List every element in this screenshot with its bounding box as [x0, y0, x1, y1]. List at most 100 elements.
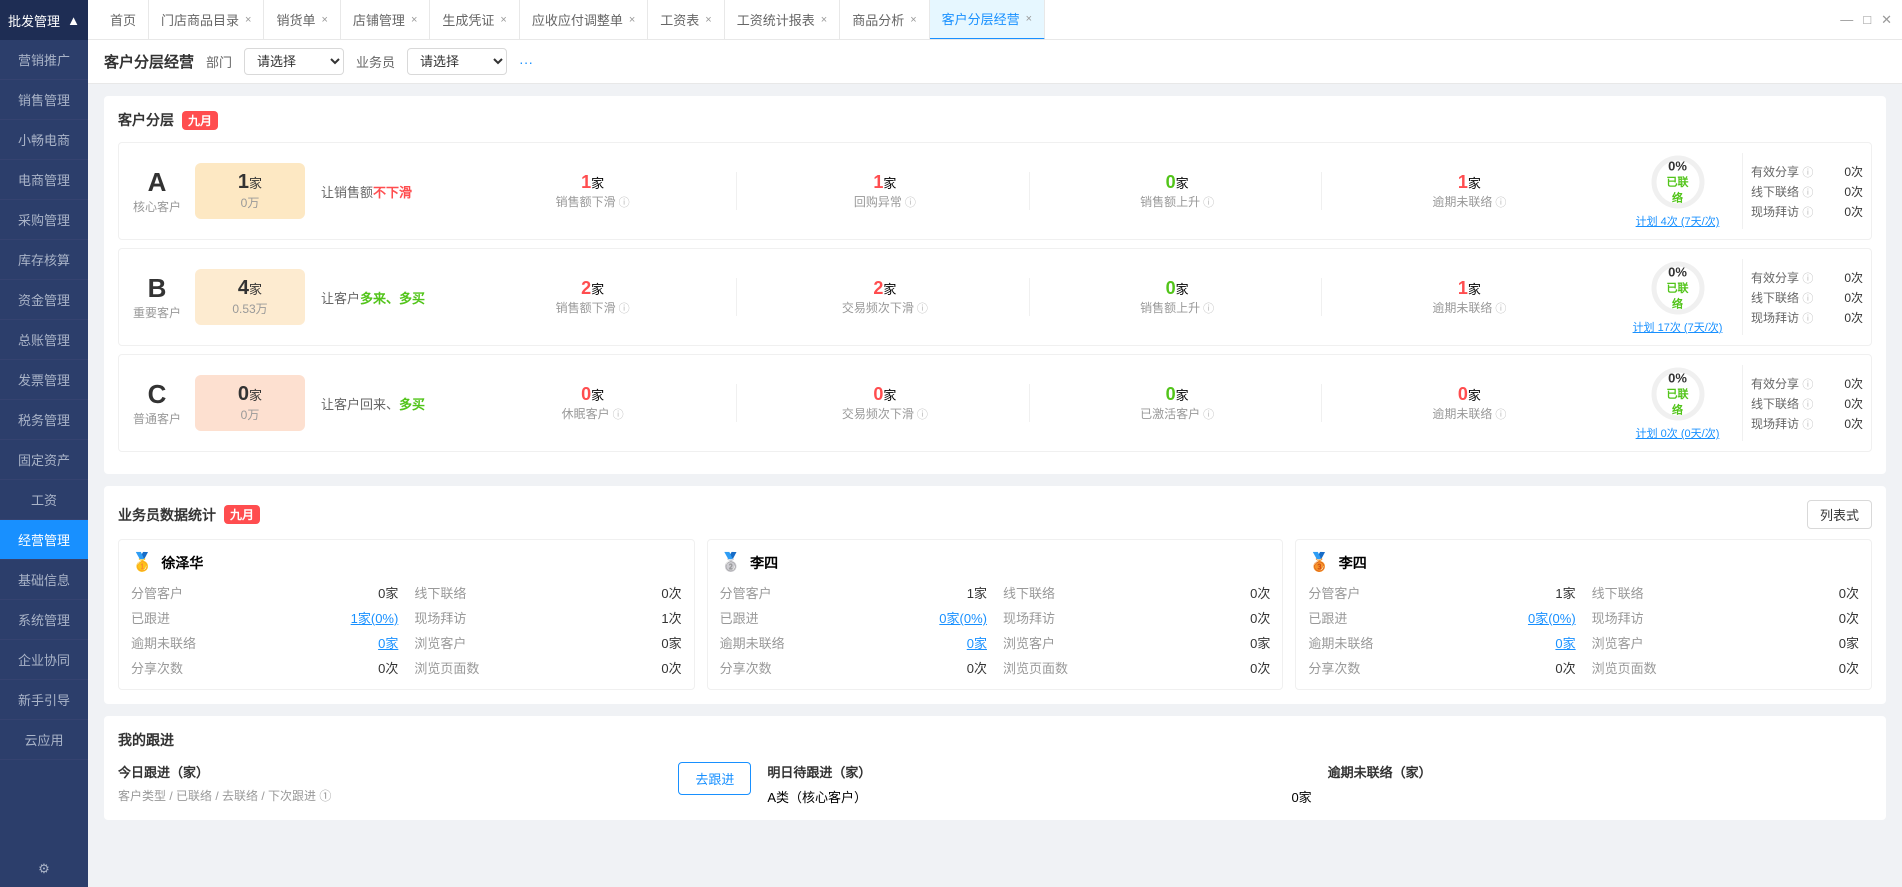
- staff-stat-label-2-3: 现场拜访: [1592, 608, 1644, 627]
- tab-item-6[interactable]: 工资表×: [648, 0, 724, 40]
- tab-close-4[interactable]: ×: [500, 14, 506, 26]
- sidebar-item-3[interactable]: 电商管理: [0, 160, 88, 200]
- sidebar-item-12[interactable]: 经营管理: [0, 520, 88, 560]
- toolbar: 客户分层经营 部门 请选择 业务员 请选择 ···: [88, 40, 1902, 84]
- sidebar-item-14[interactable]: 系统管理: [0, 600, 88, 640]
- staff-stat-val-1-7: 0次: [1250, 658, 1270, 677]
- staff-stat-val-0-4[interactable]: 0家: [378, 633, 398, 652]
- staff-stat-val-1-6: 0次: [967, 658, 987, 677]
- tab-label-9: 客户分层经营: [942, 9, 1020, 28]
- tier-count-B: 4家0.53万: [195, 269, 305, 325]
- staff-card-2: 🥉李四分管客户1家线下联络0次已跟进0家(0%)现场拜访0次逾期未联络0家浏览客…: [1295, 539, 1872, 690]
- tab-close-5[interactable]: ×: [629, 14, 635, 26]
- sidebar-title: 批发管理: [8, 11, 60, 30]
- sidebar-item-4[interactable]: 采购管理: [0, 200, 88, 240]
- tab-close-1[interactable]: ×: [245, 14, 251, 26]
- staff-stat-label-1-5: 浏览客户: [1003, 633, 1055, 652]
- tier-slogan-A: 让销售额不下滑: [321, 182, 441, 201]
- staff-stat-val-0-0: 0家: [378, 583, 398, 602]
- staff-stat-2-5: 浏览客户0家: [1592, 633, 1859, 652]
- window-restore-icon[interactable]: □: [1863, 12, 1871, 27]
- right-stat-0-0: 有效分享 ⓘ0次: [1751, 163, 1863, 180]
- right-stat-1-0: 有效分享 ⓘ0次: [1751, 269, 1863, 286]
- tab-label-5: 应收应付调整单: [532, 10, 623, 29]
- tab-item-9[interactable]: 客户分层经营 ×: [930, 0, 1045, 40]
- staff-stat-2-6: 分享次数0次: [1308, 658, 1575, 677]
- tab-item-2[interactable]: 销货单×: [264, 0, 340, 40]
- right-stat-2-1: 线下联络 ⓘ0次: [1751, 395, 1863, 412]
- tab-close-7[interactable]: ×: [821, 14, 827, 26]
- dept-label: 部门: [206, 52, 232, 71]
- tier-plan-link-C[interactable]: 计划 0次 (0天/次): [1636, 428, 1720, 440]
- dept-select[interactable]: 请选择: [244, 48, 344, 75]
- more-options-icon[interactable]: ···: [519, 54, 533, 70]
- staff-stat-1-3: 现场拜访0次: [1003, 608, 1270, 627]
- sidebar-item-10[interactable]: 固定资产: [0, 440, 88, 480]
- tier-count-C: 0家0万: [195, 375, 305, 431]
- tier-metric-B-2: 0家销售额上升 ⓘ: [1034, 278, 1322, 316]
- tier-metric-C-0: 0家休眠客户 ⓘ: [449, 384, 737, 422]
- staff-stat-val-2-1: 0次: [1839, 583, 1859, 602]
- staff-stat-label-2-6: 分享次数: [1308, 658, 1360, 677]
- tab-item-7[interactable]: 工资统计报表×: [725, 0, 840, 40]
- sidebar-item-15[interactable]: 企业协同: [0, 640, 88, 680]
- staff-stat-val-2-2[interactable]: 0家(0%): [1528, 608, 1576, 627]
- tab-close-3[interactable]: ×: [411, 14, 417, 26]
- tab-item-1[interactable]: 门店商品目录×: [149, 0, 264, 40]
- tier-plan-link-A[interactable]: 计划 4次 (7天/次): [1636, 216, 1720, 228]
- tier-right-stats-A: 有效分享 ⓘ0次线下联络 ⓘ0次现场拜访 ⓘ0次: [1743, 163, 1863, 220]
- sidebar-toggle-icon[interactable]: ▲: [67, 13, 80, 28]
- window-close-icon[interactable]: ✕: [1881, 12, 1892, 28]
- staff-stat-label-1-4: 逾期未联络: [720, 633, 785, 652]
- page-title: 客户分层经营: [104, 51, 194, 72]
- a-tier-val: 0家: [1291, 787, 1311, 806]
- staff-stat-0-2: 已跟进1家(0%): [131, 608, 398, 627]
- tab-bar: 首页门店商品目录×销货单×店铺管理×生成凭证×应收应付调整单×工资表×工资统计报…: [88, 0, 1902, 40]
- my-follow-section: 我的跟进 今日跟进（家） 客户类型 / 已联络 / 去联络 / 下次跟进 ① 去…: [104, 716, 1886, 820]
- tab-item-4[interactable]: 生成凭证×: [430, 0, 519, 40]
- staff-stat-val-0-2[interactable]: 1家(0%): [351, 608, 399, 627]
- tier-plan-link-B[interactable]: 计划 17次 (7天/次): [1633, 322, 1723, 334]
- tab-close-2[interactable]: ×: [321, 14, 327, 26]
- tab-close-8[interactable]: ×: [910, 14, 916, 26]
- tab-item-3[interactable]: 店铺管理×: [341, 0, 430, 40]
- staff-stat-val-1-2[interactable]: 0家(0%): [939, 608, 987, 627]
- tier-label-B: B重要客户: [127, 273, 187, 321]
- tier-circle-B: 0%已联络 计划 17次 (7天/次): [1613, 259, 1743, 335]
- staff-stat-val-2-4[interactable]: 0家: [1555, 633, 1575, 652]
- staff-stats-section: 业务员数据统计 九月 列表式 🥇徐泽华分管客户0家线下联络0次已跟进1家(0%)…: [104, 486, 1886, 704]
- staff-stat-label-0-1: 线下联络: [414, 583, 466, 602]
- tab-close-6[interactable]: ×: [705, 14, 711, 26]
- sidebar-item-0[interactable]: 营销推广: [0, 40, 88, 80]
- staff-stat-val-1-1: 0次: [1250, 583, 1270, 602]
- sidebar-item-11[interactable]: 工资: [0, 480, 88, 520]
- window-minimize-icon[interactable]: —: [1840, 12, 1853, 27]
- tab-item-5[interactable]: 应收应付调整单 ×: [520, 0, 648, 40]
- sidebar-item-17[interactable]: 云应用: [0, 720, 88, 760]
- sidebar-item-2[interactable]: 小畅电商: [0, 120, 88, 160]
- go-follow-button[interactable]: 去跟进: [678, 762, 751, 795]
- staff-stat-2-2: 已跟进0家(0%): [1308, 608, 1575, 627]
- sidebar-item-16[interactable]: 新手引导: [0, 680, 88, 720]
- sidebar-item-5[interactable]: 库存核算: [0, 240, 88, 280]
- sidebar-item-6[interactable]: 资金管理: [0, 280, 88, 320]
- tab-item-8[interactable]: 商品分析×: [840, 0, 929, 40]
- sidebar-item-1[interactable]: 销售管理: [0, 80, 88, 120]
- tab-close-9[interactable]: ×: [1026, 13, 1032, 25]
- staff-stat-val-0-1: 0次: [661, 583, 681, 602]
- sidebar-item-13[interactable]: 基础信息: [0, 560, 88, 600]
- sidebar-item-8[interactable]: 发票管理: [0, 360, 88, 400]
- staff-select[interactable]: 请选择: [407, 48, 507, 75]
- tab-item-0[interactable]: 首页: [98, 0, 149, 40]
- list-view-button[interactable]: 列表式: [1807, 500, 1872, 529]
- sidebar-item-9[interactable]: 税务管理: [0, 400, 88, 440]
- staff-stat-0-0: 分管客户0家: [131, 583, 398, 602]
- staff-stat-label-1-1: 线下联络: [1003, 583, 1055, 602]
- staff-stat-val-1-4[interactable]: 0家: [967, 633, 987, 652]
- right-stat-0-1: 线下联络 ⓘ0次: [1751, 183, 1863, 200]
- settings-icon[interactable]: ⚙: [0, 851, 88, 887]
- staff-stat-0-4: 逾期未联络0家: [131, 633, 398, 652]
- staff-stat-label-0-5: 浏览客户: [414, 633, 466, 652]
- staff-stat-label-2-1: 线下联络: [1592, 583, 1644, 602]
- sidebar-item-7[interactable]: 总账管理: [0, 320, 88, 360]
